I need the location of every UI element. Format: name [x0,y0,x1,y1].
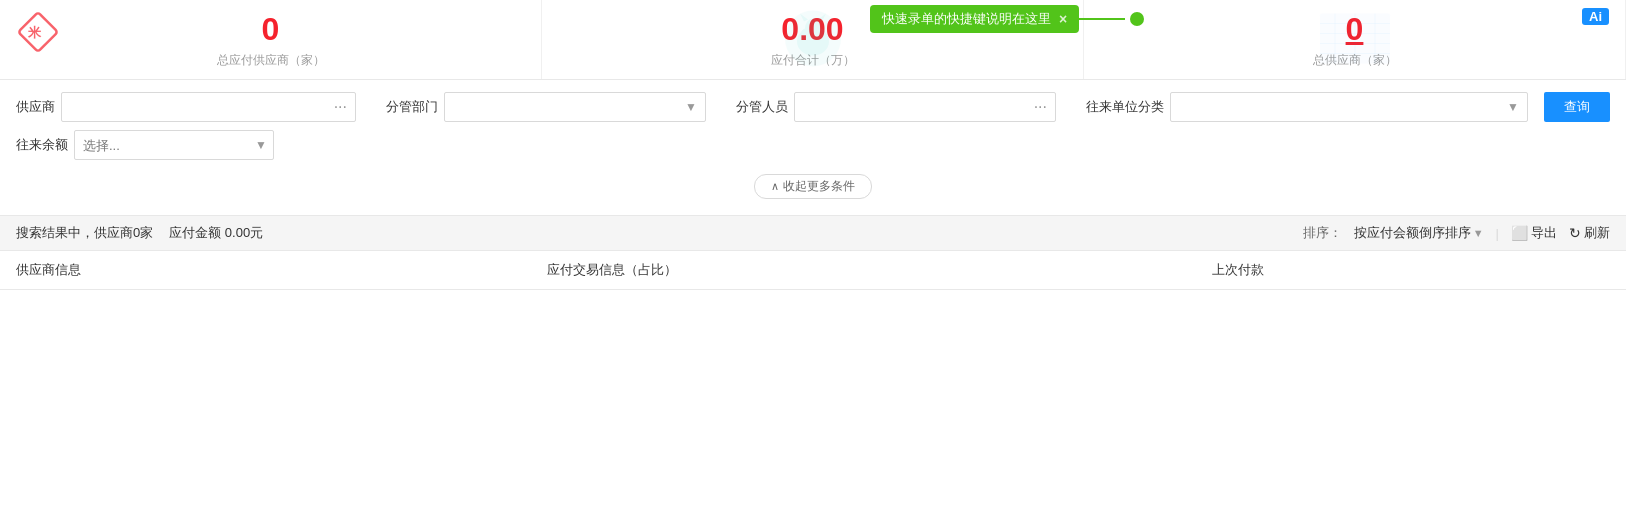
logo-diamond: 米 [16,10,60,57]
filter-row-1: 供应商 ··· 分管部门 ▼ 分管人员 ··· 往来单位分 [16,92,1610,122]
results-summary: 搜索结果中，供应商0家 应付金额 0.00元 [16,224,263,242]
collapse-button[interactable]: ∧ 收起更多条件 [754,174,872,199]
manager-label: 分管人员 [736,98,788,116]
svg-text:米: 米 [27,25,42,40]
total-suppliers-label: 总供应商（家） [1313,52,1397,69]
balance-input[interactable] [83,138,251,153]
refresh-icon: ↻ [1569,225,1581,241]
table-content [0,290,1626,510]
manager-input[interactable] [803,100,1030,115]
department-input-wrapper[interactable]: ▼ [444,92,706,122]
collapse-row: ∧ 收起更多条件 [16,168,1610,209]
department-filter: 分管部门 ▼ [386,92,706,122]
department-dropdown-arrow[interactable]: ▼ [685,100,697,114]
payable-amount-value: 0.00 [781,10,843,48]
stat-total-payable-suppliers: 米 0 总应付供应商（家） [0,0,542,79]
balance-filter: 往来余额 ▼ [16,130,356,160]
sort-dropdown-arrow[interactable]: ▼ [1473,227,1484,239]
query-button[interactable]: 查询 [1544,92,1610,122]
results-bar: 搜索结果中，供应商0家 应付金额 0.00元 排序： 按应付会额倒序排序 ▼ |… [0,216,1626,251]
payable-suppliers-label: 总应付供应商（家） [217,52,325,69]
department-input[interactable] [453,100,681,115]
results-info: 搜索结果中，供应商0家 [16,224,153,242]
results-actions: 排序： 按应付会额倒序排序 ▼ | ⬜ 导出 ↻ 刷新 [1303,224,1610,242]
collapse-label: 收起更多条件 [783,178,855,195]
stats-bar: 米 0 总应付供应商（家） 0.00 应付合计（万） [0,0,1626,80]
export-button[interactable]: ⬜ 导出 [1511,224,1557,242]
unit-category-input-wrapper[interactable]: ▼ [1170,92,1528,122]
manager-filter: 分管人员 ··· [736,92,1056,122]
sort-label: 排序： [1303,224,1342,242]
department-label: 分管部门 [386,98,438,116]
sort-selector[interactable]: 按应付会额倒序排序 ▼ [1354,224,1484,242]
manager-input-wrapper[interactable]: ··· [794,92,1056,122]
supplier-filter: 供应商 ··· [16,92,356,122]
balance-label: 往来余额 [16,136,68,154]
col-supplier-info: 供应商信息 [16,261,547,279]
collapse-icon: ∧ [771,180,779,193]
tooltip-close-button[interactable]: × [1059,11,1067,27]
balance-input-wrapper[interactable]: ▼ [74,130,274,160]
supplier-label: 供应商 [16,98,55,116]
export-label: 导出 [1531,224,1557,242]
unit-category-label: 往来单位分类 [1086,98,1164,116]
results-amount: 应付金额 0.00元 [169,224,263,242]
export-icon: ⬜ [1511,225,1528,241]
filter-section: 供应商 ··· 分管部门 ▼ 分管人员 ··· 往来单位分 [0,80,1626,216]
refresh-button[interactable]: ↻ 刷新 [1569,224,1610,242]
table-header: 供应商信息 应付交易信息（占比） 上次付款 [0,251,1626,290]
supplier-input-wrapper[interactable]: ··· [61,92,356,122]
stat-total-suppliers: 0 总供应商（家） Ai [1084,0,1626,79]
manager-ellipsis-btn[interactable]: ··· [1034,98,1047,116]
unit-category-input[interactable] [1179,100,1503,115]
balance-dropdown-arrow[interactable]: ▼ [255,138,267,152]
unit-category-dropdown-arrow[interactable]: ▼ [1507,100,1519,114]
unit-category-filter: 往来单位分类 ▼ [1086,92,1528,122]
col-transaction-info: 应付交易信息（占比） [547,261,1211,279]
total-suppliers-count: 0 [1346,10,1364,48]
supplier-ellipsis-btn[interactable]: ··· [334,98,347,116]
sort-value-text: 按应付会额倒序排序 [1354,224,1471,242]
filter-row-2: 往来余额 ▼ [16,130,1610,160]
quick-shortcut-tooltip: 快速录单的快捷键说明在这里 × [870,5,1079,33]
refresh-label: 刷新 [1584,224,1610,242]
payable-suppliers-count: 0 [262,10,280,48]
ai-badge[interactable]: Ai [1582,8,1609,25]
tooltip-connector-dot [1130,12,1144,26]
payable-amount-label: 应付合计（万） [771,52,855,69]
tooltip-text: 快速录单的快捷键说明在这里 [882,10,1051,28]
col-last-payment: 上次付款 [1212,261,1611,279]
supplier-input[interactable] [70,100,330,115]
